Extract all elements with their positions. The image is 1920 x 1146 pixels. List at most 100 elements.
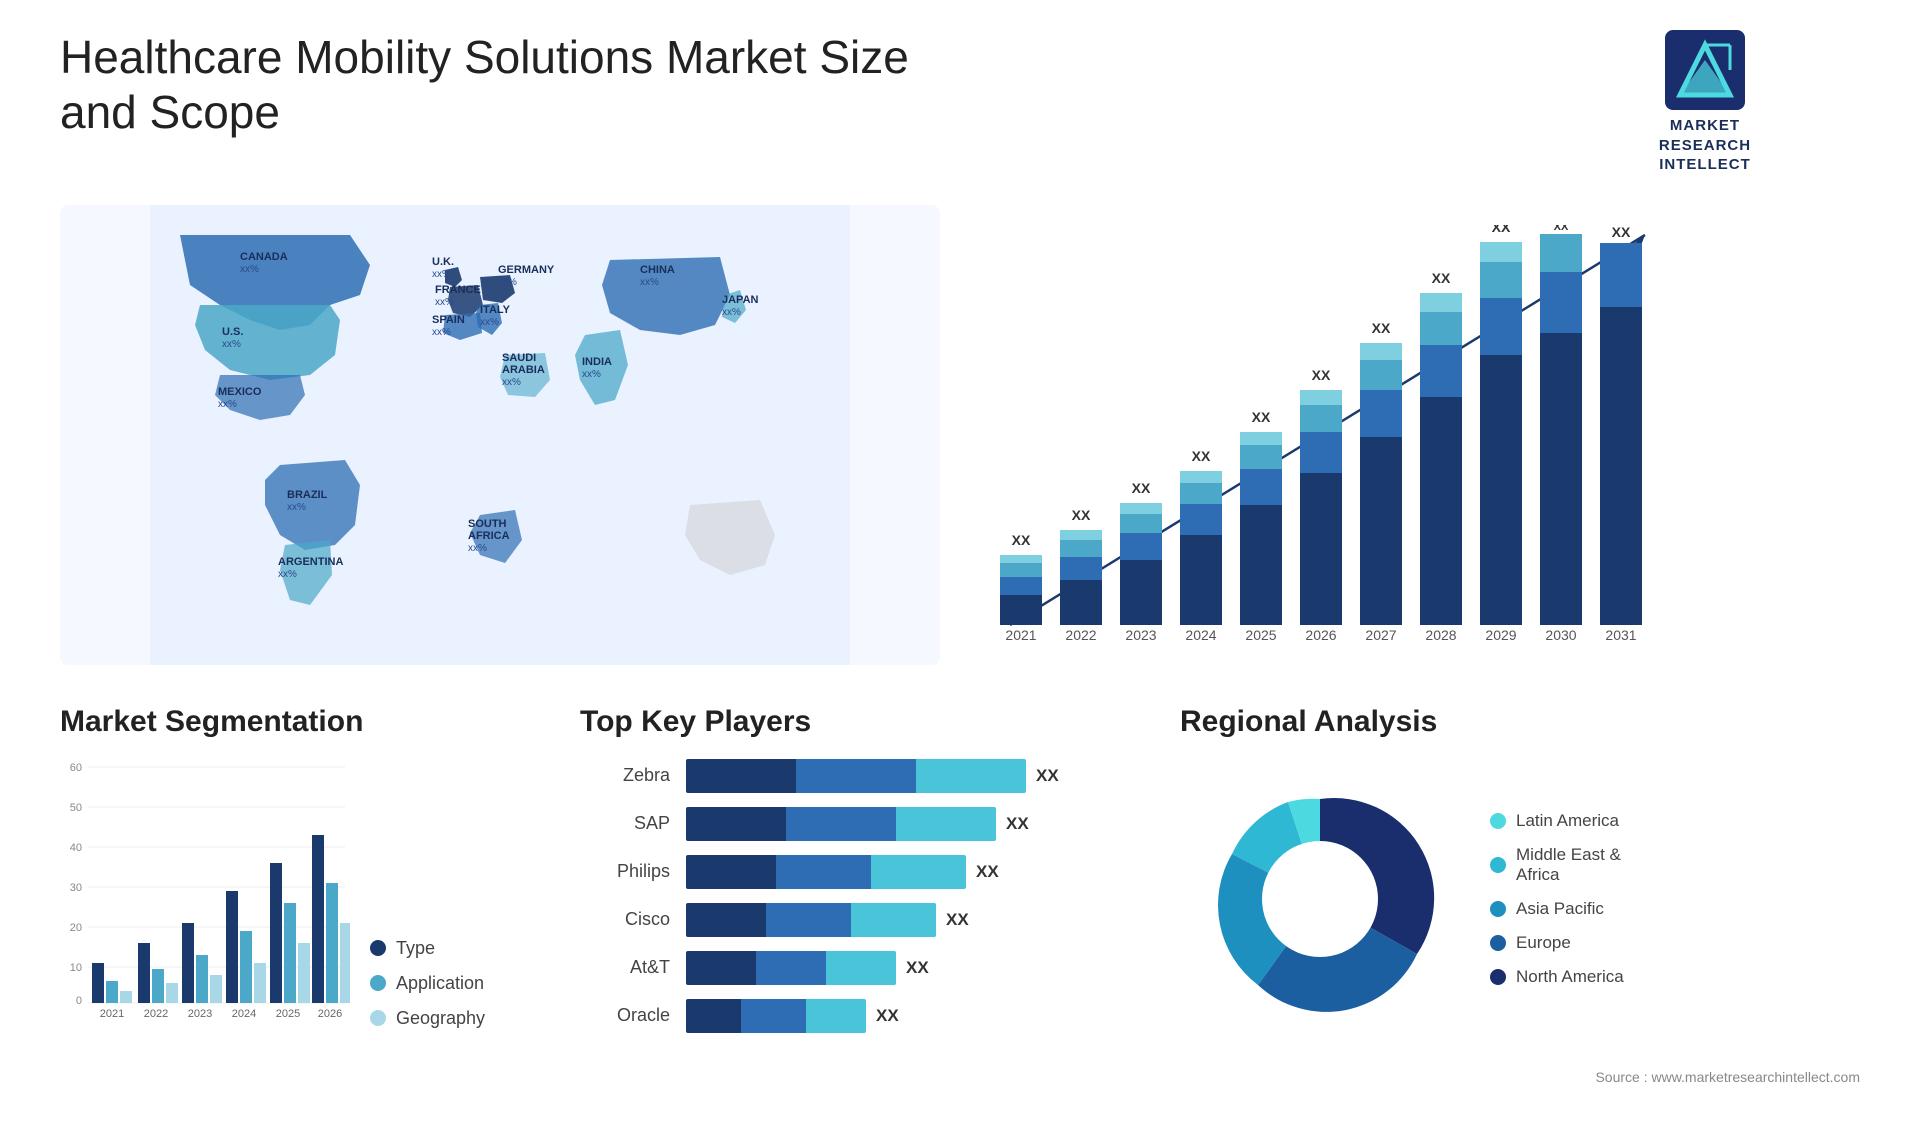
svg-text:40: 40 [70,842,82,854]
svg-text:xx%: xx% [278,569,297,580]
svg-text:xx%: xx% [240,264,259,275]
donut-chart-wrapper [1180,759,1460,1039]
us-label: U.S. [222,326,243,338]
player-row-cisco: Cisco XX [580,903,1140,937]
france-label: FRANCE [435,284,481,296]
reg-legend-apac: Asia Pacific [1490,899,1624,919]
player-row-philips: Philips XX [580,855,1140,889]
player-val-zebra: XX [1036,766,1059,786]
reg-dot-namerica [1490,969,1506,985]
svg-text:xx%: xx% [468,543,487,554]
player-val-sap: XX [1006,814,1029,834]
reg-dot-europe [1490,935,1506,951]
svg-text:0: 0 [76,995,82,1007]
china-label: CHINA [640,264,675,276]
svg-text:2031: 2031 [1605,627,1636,643]
svg-text:XX: XX [1252,409,1271,425]
logo-box: MARKETRESEARCHINTELLECT [1550,30,1860,175]
player-val-cisco: XX [946,910,969,930]
regional-title: Regional Analysis [1180,705,1860,739]
svg-text:XX: XX [1432,270,1451,286]
source-footer: Source : www.marketresearchintellect.com [1180,1069,1860,1085]
reg-label-latin: Latin America [1516,811,1619,831]
player-row-zebra: Zebra XX [580,759,1140,793]
player-bar-zebra [686,759,1026,793]
player-bar-att [686,951,896,985]
svg-text:2024: 2024 [1185,627,1216,643]
svg-text:2030: 2030 [1545,627,1576,643]
svg-text:XX: XX [1132,480,1151,496]
legend-label-geography: Geography [396,1008,485,1029]
svg-text:xx%: xx% [218,399,237,410]
svg-text:20: 20 [70,922,82,934]
svg-text:50: 50 [70,802,82,814]
svg-text:2026: 2026 [318,1008,342,1020]
uk-label: U.K. [432,256,454,268]
reg-legend-europe: Europe [1490,933,1624,953]
saudi-label: SAUDI [502,352,536,364]
player-val-philips: XX [976,862,999,882]
reg-dot-apac [1490,901,1506,917]
player-row-att: At&T XX [580,951,1140,985]
svg-text:xx%: xx% [640,277,659,288]
svg-text:XX: XX [1072,507,1091,523]
players-bars: Zebra XX SAP [580,759,1140,1033]
svg-text:xx%: xx% [722,307,741,318]
svg-text:XX: XX [1192,448,1211,464]
svg-text:xx%: xx% [498,277,517,288]
japan-label: JAPAN [722,294,759,306]
player-bar-sap [686,807,996,841]
legend-dot-geography [370,1010,386,1026]
svg-text:XX: XX [1012,532,1031,548]
key-players-title: Top Key Players [580,705,1140,739]
reg-dot-mea [1490,857,1506,873]
svg-text:2022: 2022 [1065,627,1096,643]
player-bar-wrap-att: XX [686,951,1140,985]
segmentation-section: Market Segmentation 60 50 40 30 20 10 0 [60,705,540,1029]
argentina-label: ARGENTINA [278,556,343,568]
player-name-philips: Philips [580,861,670,882]
reg-label-namerica: North America [1516,967,1624,987]
top-section: CANADA xx% U.S. xx% MEXICO xx% BRAZIL xx… [60,205,1860,665]
player-row-sap: SAP XX [580,807,1140,841]
canada-label: CANADA [240,251,288,263]
player-name-oracle: Oracle [580,1005,670,1026]
reg-legend-namerica: North America [1490,967,1624,987]
legend-type: Type [370,938,485,959]
player-bar-wrap-philips: XX [686,855,1140,889]
legend-label-application: Application [396,973,484,994]
svg-text:XX: XX [1554,225,1569,233]
svg-text:2026: 2026 [1305,627,1336,643]
svg-text:AFRICA: AFRICA [468,530,510,542]
reg-label-europe: Europe [1516,933,1571,953]
player-name-att: At&T [580,957,670,978]
header: Healthcare Mobility Solutions Market Siz… [60,30,1860,175]
player-val-oracle: XX [876,1006,899,1026]
player-bar-wrap-sap: XX [686,807,1140,841]
svg-text:xx%: xx% [287,502,306,513]
segmentation-inner: 60 50 40 30 20 10 0 [60,759,540,1029]
svg-text:XX: XX [1372,320,1391,336]
regional-section: Regional Analysis [1180,705,1860,1085]
svg-text:xx%: xx% [582,369,601,380]
player-name-sap: SAP [580,813,670,834]
mexico-label: MEXICO [218,386,262,398]
key-players-section: Top Key Players Zebra XX SAP [580,705,1140,1033]
svg-text:xx%: xx% [480,317,499,328]
legend-label-type: Type [396,938,435,959]
player-bar-cisco [686,903,936,937]
bar-chart-svg: XX 2021 XX 2022 XX 2023 [980,225,1680,665]
india-label: INDIA [582,356,612,368]
svg-text:2022: 2022 [144,1008,168,1020]
svg-text:2024: 2024 [232,1008,256,1020]
svg-text:ARABIA: ARABIA [502,364,545,376]
donut-chart-svg [1180,759,1460,1039]
svg-text:xx%: xx% [222,339,241,350]
player-bar-wrap-cisco: XX [686,903,1140,937]
svg-text:2023: 2023 [188,1008,212,1020]
germany-label: GERMANY [498,264,555,276]
brazil-label: BRAZIL [287,489,328,501]
legend-application: Application [370,973,485,994]
reg-legend-mea: Middle East &Africa [1490,845,1624,885]
svg-text:2029: 2029 [1485,627,1516,643]
